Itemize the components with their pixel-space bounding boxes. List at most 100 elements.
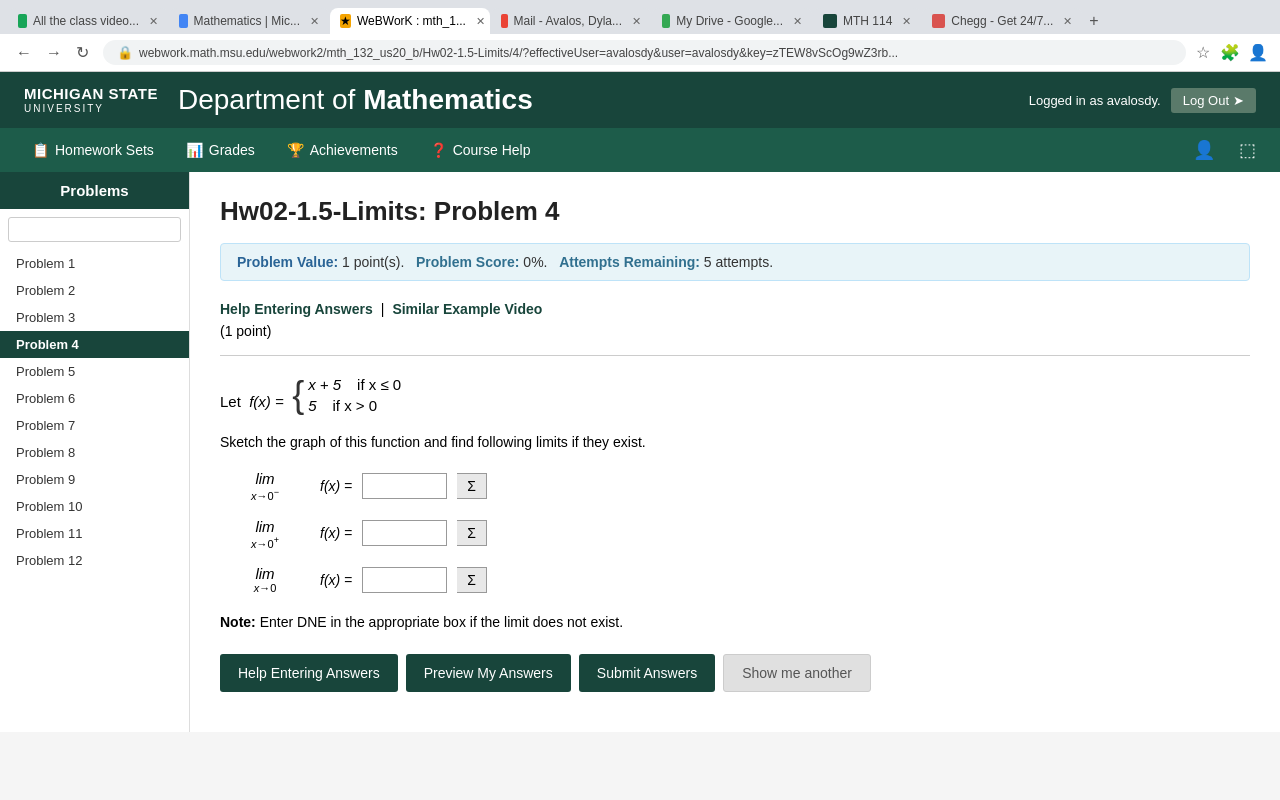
tab6-close[interactable]: ✕ (902, 15, 911, 28)
nav-bar: 📋 Homework Sets 📊 Grades 🏆 Achievements … (0, 128, 1280, 172)
limit-input-3[interactable] (362, 567, 447, 593)
tab2-favicon (179, 14, 188, 28)
address-bar: ← → ↻ 🔒 webwork.math.msu.edu/webwork2/mt… (0, 34, 1280, 72)
tab2-close[interactable]: ✕ (310, 15, 319, 28)
tab-7[interactable]: Chegg - Get 24/7... ✕ (922, 8, 1082, 34)
sidebar-item-problem10[interactable]: Problem 10 (0, 493, 189, 520)
case2-expr: 5 (308, 397, 316, 414)
tab4-favicon (501, 14, 508, 28)
lock-icon: 🔒 (117, 45, 133, 60)
sigma-button-2[interactable]: Σ (457, 520, 487, 546)
nav-achievements-label: Achievements (310, 142, 398, 158)
problem-content: Hw02-1.5-Limits: Problem 4 Problem Value… (190, 172, 1280, 732)
tab-3[interactable]: ★ WeBWorK : mth_1... ✕ (330, 8, 490, 34)
sidebar-item-problem8[interactable]: Problem 8 (0, 439, 189, 466)
nav-grades[interactable]: 📊 Grades (170, 128, 271, 172)
sidebar-item-problem4[interactable]: Problem 4 (0, 331, 189, 358)
brace-symbol: { (292, 377, 304, 413)
limits-section: lim x→0− f(x) = Σ lim x→0+ f(x) = Σ (220, 470, 1250, 594)
help-entering-answers-link-top[interactable]: Help Entering Answers (220, 301, 373, 317)
tab7-close[interactable]: ✕ (1063, 15, 1072, 28)
grades-icon: 📊 (186, 142, 203, 158)
limit-input-1[interactable] (362, 473, 447, 499)
case1-expr: x + 5 (308, 376, 341, 393)
tab-1[interactable]: All the class video... ✕ (8, 8, 168, 34)
tab6-label: MTH 114 (843, 14, 892, 28)
limit-row-2: lim x→0+ f(x) = Σ (220, 518, 1250, 550)
problem-attempts-label: Attempts Remaining: (559, 254, 700, 270)
tab4-close[interactable]: ✕ (632, 15, 641, 28)
sigma-button-3[interactable]: Σ (457, 567, 487, 593)
tab5-close[interactable]: ✕ (793, 15, 802, 28)
tab7-favicon (932, 14, 945, 28)
tab7-label: Chegg - Get 24/7... (951, 14, 1053, 28)
user-icon-button[interactable]: 👤 (1185, 131, 1223, 169)
help-entering-answers-button[interactable]: Help Entering Answers (220, 654, 398, 692)
sidebar-item-problem5[interactable]: Problem 5 (0, 358, 189, 385)
tab-2[interactable]: Mathematics | Mic... ✕ (169, 8, 329, 34)
url-bar[interactable]: 🔒 webwork.math.msu.edu/webwork2/mth_132_… (103, 40, 1186, 65)
tab1-close[interactable]: ✕ (149, 15, 158, 28)
nav-homework-sets[interactable]: 📋 Homework Sets (16, 128, 170, 172)
lim-sub-2: x→0+ (251, 535, 279, 550)
signout-icon-button[interactable]: ⬚ (1231, 131, 1264, 169)
let-line: Let f(x) = { x + 5 if x ≤ 0 5 if x > 0 (220, 376, 1250, 414)
nav-achievements[interactable]: 🏆 Achievements (271, 128, 414, 172)
sidebar-item-problem7[interactable]: Problem 7 (0, 412, 189, 439)
sidebar-item-problem12[interactable]: Problem 12 (0, 547, 189, 574)
msu-sub: UNIVERSITY (24, 103, 158, 114)
msu-logo: MICHIGAN STATE UNIVERSITY (24, 86, 158, 114)
tab-6[interactable]: MTH 114 ✕ (813, 8, 921, 34)
sidebar-item-problem9[interactable]: Problem 9 (0, 466, 189, 493)
sidebar-search-input[interactable] (8, 217, 181, 242)
logout-button[interactable]: Log Out ➤ (1171, 88, 1256, 113)
tab3-favicon: ★ (340, 14, 351, 28)
nav-course-help[interactable]: ❓ Course Help (414, 128, 547, 172)
tab-4[interactable]: Mail - Avalos, Dyla... ✕ (491, 8, 651, 34)
separator: | (381, 301, 385, 317)
extensions-button[interactable]: 🧩 (1220, 43, 1240, 62)
profile-button[interactable]: 👤 (1248, 43, 1268, 62)
reload-button[interactable]: ↻ (72, 41, 93, 64)
buttons-row: Help Entering Answers Preview My Answers… (220, 654, 1250, 692)
case1-cond: if x ≤ 0 (357, 376, 401, 393)
lim-text-2: lim (255, 518, 274, 535)
tab5-label: My Drive - Google... (676, 14, 783, 28)
fx-label-2: f(x) = (320, 525, 352, 541)
sidebar-search (0, 209, 189, 250)
lim-sub-1: x→0− (251, 487, 279, 502)
sidebar-item-problem1[interactable]: Problem 1 (0, 250, 189, 277)
sidebar-item-problem6[interactable]: Problem 6 (0, 385, 189, 412)
point-label: (1 point) (220, 323, 1250, 339)
fx-text: f(x) = (249, 393, 284, 410)
help-icon: ❓ (430, 142, 447, 158)
sidebar: Problems Problem 1 Problem 2 Problem 3 P… (0, 172, 190, 732)
sigma-button-1[interactable]: Σ (457, 473, 487, 499)
bookmark-button[interactable]: ☆ (1196, 43, 1210, 62)
back-button[interactable]: ← (12, 42, 36, 64)
new-tab-button[interactable]: + (1083, 12, 1104, 30)
lim-sub-3: x→0 (254, 582, 277, 594)
show-me-another-button[interactable]: Show me another (723, 654, 871, 692)
dept-title: Department of Mathematics (178, 84, 533, 116)
nav-course-help-label: Course Help (453, 142, 531, 158)
submit-answers-button[interactable]: Submit Answers (579, 654, 715, 692)
tab5-favicon (662, 14, 670, 28)
problem-info-box: Problem Value: 1 point(s). Problem Score… (220, 243, 1250, 281)
forward-button[interactable]: → (42, 42, 66, 64)
lim-text-1: lim (255, 470, 274, 487)
main-layout: Problems Problem 1 Problem 2 Problem 3 P… (0, 172, 1280, 732)
sidebar-item-problem3[interactable]: Problem 3 (0, 304, 189, 331)
similar-example-video-link[interactable]: Similar Example Video (392, 301, 542, 317)
tab3-close[interactable]: ✕ (476, 15, 485, 28)
fx-label-1: f(x) = (320, 478, 352, 494)
preview-my-answers-button[interactable]: Preview My Answers (406, 654, 571, 692)
tab1-favicon (18, 14, 27, 28)
limit-input-2[interactable] (362, 520, 447, 546)
limit-math-2: lim x→0+ (220, 518, 310, 550)
sidebar-item-problem2[interactable]: Problem 2 (0, 277, 189, 304)
problem-score: 0%. (523, 254, 547, 270)
sidebar-item-problem11[interactable]: Problem 11 (0, 520, 189, 547)
limit-math-1: lim x→0− (220, 470, 310, 502)
tab-5[interactable]: My Drive - Google... ✕ (652, 8, 812, 34)
